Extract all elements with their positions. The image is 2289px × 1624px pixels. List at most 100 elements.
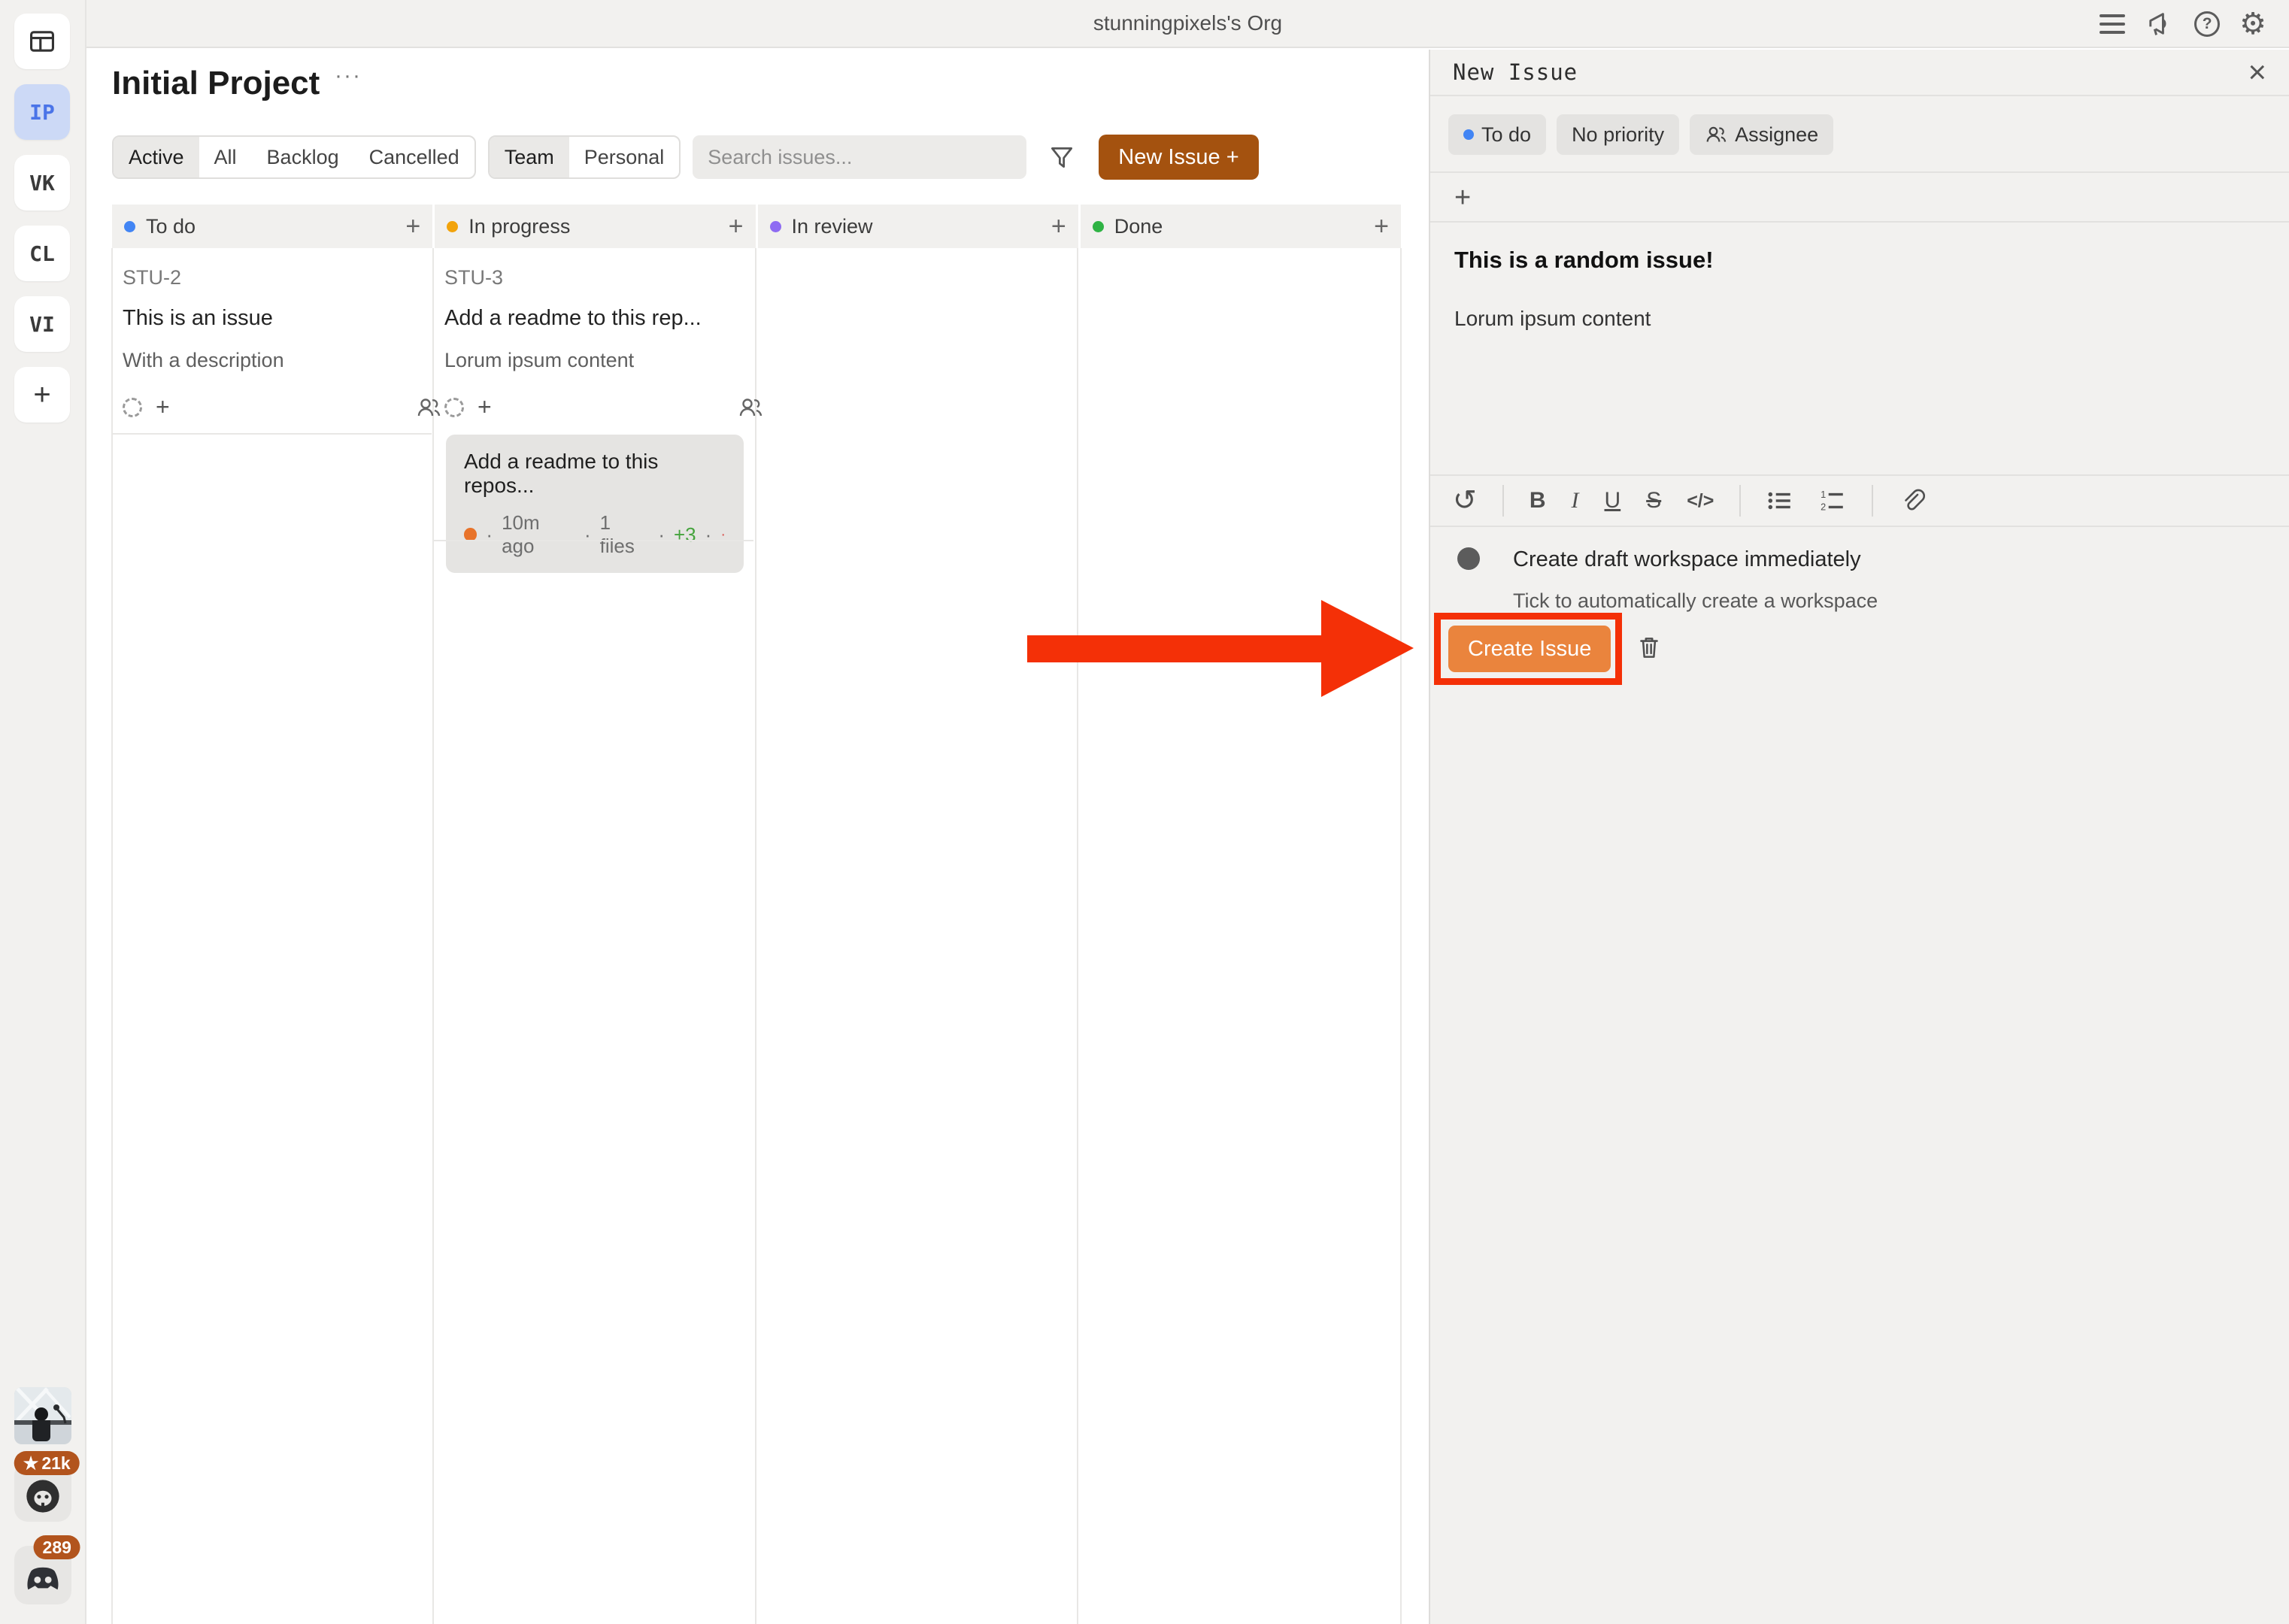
dashboard-layout-icon[interactable] (14, 14, 70, 69)
add-card-done-button[interactable]: + (1374, 212, 1389, 241)
tab-active[interactable]: Active (114, 137, 199, 177)
issue-card-stu3[interactable]: STU-3 Add a readme to this rep... Lorum … (444, 266, 763, 421)
filter-funnel-icon[interactable] (1047, 143, 1076, 171)
top-bar: stunningpixels's Org ? ⚙ (86, 0, 2289, 48)
tab-all[interactable]: All (199, 137, 252, 177)
app-window: stunningpixels's Org ? ⚙ IP VK CL VI (0, 0, 2289, 1624)
assignees-icon[interactable] (738, 396, 763, 419)
column-border (432, 248, 434, 1624)
issue-title[interactable]: Add a readme to this rep... (444, 306, 763, 331)
delete-draft-icon[interactable] (1635, 633, 1663, 662)
toolbar-divider (1739, 485, 1741, 517)
card-divider (112, 433, 432, 435)
workspace-tile-vi[interactable]: VI (14, 296, 70, 352)
status-placeholder-icon[interactable] (444, 398, 464, 417)
issue-description: Lorum ipsum content (444, 349, 763, 372)
toggle-label: Create draft workspace immediately (1513, 547, 1861, 572)
column-header-todo: To do + (112, 205, 432, 248)
inprogress-dot-icon (447, 221, 458, 232)
github-icon (23, 1477, 62, 1516)
chip-status-dot (1463, 129, 1474, 140)
org-title: stunningpixels's Org (86, 11, 2289, 35)
star-icon: ★ (23, 1453, 39, 1474)
editor-toolbar: ↺ B I U S </> 1 2 (1430, 474, 2289, 527)
add-label-button[interactable]: + (156, 393, 170, 421)
card-divider (434, 540, 753, 541)
issue-body-input[interactable]: Lorum ipsum content (1454, 307, 1651, 331)
column-border (1077, 248, 1078, 1624)
add-card-todo-button[interactable]: + (405, 212, 420, 241)
italic-icon[interactable]: I (1572, 488, 1579, 514)
discord-icon (23, 1562, 62, 1595)
priority-chip[interactable]: No priority (1557, 114, 1679, 155)
close-icon[interactable]: × (2248, 56, 2266, 88)
announcements-icon[interactable] (2145, 9, 2175, 39)
column-header-inreview: In review + (758, 205, 1078, 248)
new-issue-button[interactable]: New Issue + (1099, 135, 1258, 180)
workspace-tile-ip[interactable]: IP (14, 84, 70, 140)
tab-personal[interactable]: Personal (569, 137, 680, 177)
status-filter-tabs: Active All Backlog Cancelled (112, 135, 476, 179)
toolbar-divider (1872, 485, 1873, 517)
undo-icon[interactable]: ↺ (1453, 486, 1477, 515)
status-chip[interactable]: To do (1448, 114, 1546, 155)
tab-cancelled[interactable]: Cancelled (354, 137, 474, 177)
workspace-mini-card[interactable]: Add a readme to this repos... · 10m ago … (446, 435, 744, 573)
scope-filter-tabs: Team Personal (488, 135, 681, 179)
create-issue-button[interactable]: Create Issue (1448, 626, 1611, 672)
attach-icon[interactable] (1899, 487, 1926, 514)
github-link[interactable]: ★ 21k (14, 1462, 71, 1522)
numbered-list-icon[interactable]: 1 2 (1819, 488, 1846, 514)
page-title: Initial Project (112, 65, 320, 102)
code-icon[interactable]: </> (1687, 490, 1714, 512)
add-workspace-button[interactable]: + (14, 367, 70, 423)
bold-icon[interactable]: B (1530, 488, 1546, 514)
assignees-icon[interactable] (416, 396, 441, 419)
strikethrough-icon[interactable]: S (1646, 488, 1661, 514)
panel-title: New Issue (1453, 59, 1578, 85)
assignee-chip[interactable]: Assignee (1690, 114, 1833, 155)
column-border (111, 248, 113, 1624)
column-header-inprogress: In progress + (435, 205, 755, 248)
help-icon[interactable]: ? (2194, 11, 2220, 37)
workspace-tile-cl[interactable]: CL (14, 226, 70, 281)
menu-icon[interactable] (2100, 14, 2125, 34)
create-workspace-toggle[interactable] (1457, 547, 1480, 570)
add-label-button[interactable]: + (478, 393, 492, 421)
mini-card-files: 1 files (600, 511, 650, 558)
user-avatar[interactable] (14, 1387, 71, 1444)
svg-text:2: 2 (1821, 502, 1826, 513)
discord-link[interactable]: 289 (14, 1546, 71, 1604)
discord-members-badge: 289 (34, 1535, 80, 1559)
underline-icon[interactable]: U (1605, 488, 1621, 514)
issue-property-chips: To do No priority Assignee (1430, 98, 2289, 173)
tab-team[interactable]: Team (490, 137, 569, 177)
project-menu-button[interactable]: ··· (335, 63, 362, 89)
search-input[interactable] (693, 135, 1026, 179)
issue-title[interactable]: This is an issue (123, 306, 441, 331)
panel-header: New Issue × (1430, 50, 2289, 96)
issue-id: STU-2 (123, 266, 441, 289)
workspace-sidebar: IP VK CL VI + ★ 21k (0, 0, 86, 1624)
tab-backlog[interactable]: Backlog (252, 137, 354, 177)
toggle-hint: Tick to automatically create a workspace (1513, 589, 1878, 613)
settings-gear-icon[interactable]: ⚙ (2239, 9, 2266, 39)
add-card-inprogress-button[interactable]: + (729, 212, 744, 241)
toolbar-divider (1502, 485, 1504, 517)
add-card-inreview-button[interactable]: + (1051, 212, 1066, 241)
workspace-tile-vk[interactable]: VK (14, 155, 70, 211)
add-property-button[interactable]: + (1454, 182, 1471, 214)
bullet-list-icon[interactable] (1766, 488, 1793, 514)
svg-text:1: 1 (1821, 489, 1826, 500)
done-dot-icon (1093, 221, 1104, 232)
column-border (755, 248, 756, 1624)
status-placeholder-icon[interactable] (123, 398, 142, 417)
column-border (1400, 248, 1402, 1624)
issue-title-input[interactable]: This is a random issue! (1454, 247, 1714, 274)
people-icon (1705, 125, 1727, 144)
add-property-row: + (1430, 174, 2289, 223)
issue-card-stu2[interactable]: STU-2 This is an issue With a descriptio… (123, 266, 441, 421)
mini-card-meta-extra: +3 (674, 523, 696, 547)
filter-row: Active All Backlog Cancelled Team Person… (112, 135, 1259, 179)
mini-card-time: 10m ago (502, 511, 575, 558)
